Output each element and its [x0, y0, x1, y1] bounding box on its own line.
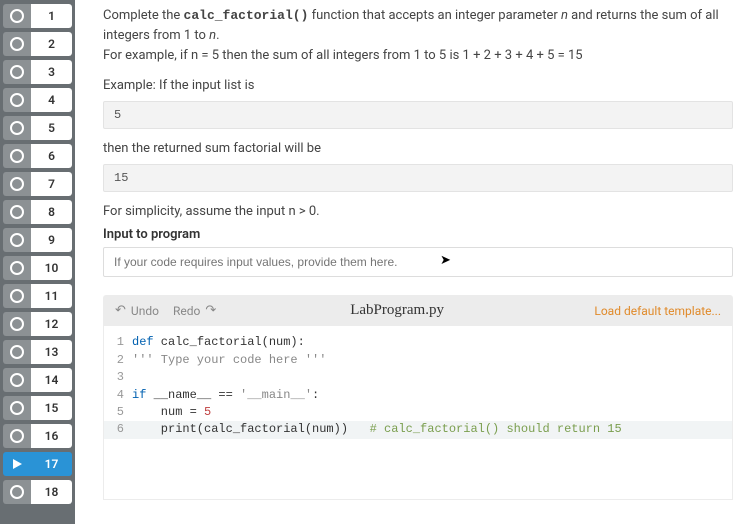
circle-icon	[10, 233, 24, 247]
step-number: 14	[31, 368, 72, 392]
play-icon	[13, 459, 22, 469]
step-item-8[interactable]: 8	[3, 200, 72, 224]
step-item-16[interactable]: 16	[3, 424, 72, 448]
editor-toolbar: ↶ Undo Redo ↷ LabProgram.py Load default…	[103, 295, 733, 326]
step-number: 16	[31, 424, 72, 448]
line-content: num = 5	[132, 404, 732, 421]
code-line: 4 if __name__ == '__main__':	[104, 387, 732, 404]
line-content	[132, 369, 732, 386]
line-number: 1	[104, 334, 132, 351]
circle-icon	[10, 485, 24, 499]
step-item-1[interactable]: 1	[3, 4, 72, 28]
step-number: 2	[31, 32, 72, 56]
step-item-12[interactable]: 12	[3, 312, 72, 336]
step-sidebar: 123456789101112131415161718	[0, 0, 75, 524]
prompt-text-part: .	[216, 28, 219, 43]
input-section-label: Input to program	[103, 227, 733, 242]
circle-icon	[10, 289, 24, 303]
function-name: calc_factorial()	[184, 8, 309, 23]
line-content: print(calc_factorial(num)) # calc_factor…	[132, 421, 732, 438]
circle-icon	[10, 401, 24, 415]
code-line: 3	[104, 369, 732, 386]
circle-icon	[10, 121, 24, 135]
step-item-9[interactable]: 9	[3, 228, 72, 252]
redo-button[interactable]: Redo ↷	[173, 303, 216, 318]
code-line: 6 print(calc_factorial(num)) # calc_fact…	[104, 421, 732, 438]
line-content: if __name__ == '__main__':	[132, 387, 732, 404]
step-number: 18	[31, 480, 72, 504]
prompt-text-part: Complete the	[103, 8, 184, 23]
undo-icon: ↶	[115, 303, 126, 318]
code-line: 2 ''' Type your code here '''	[104, 352, 732, 369]
circle-icon	[10, 373, 24, 387]
circle-icon	[10, 149, 24, 163]
step-item-13[interactable]: 13	[3, 340, 72, 364]
step-number: 12	[31, 312, 72, 336]
circle-icon	[10, 177, 24, 191]
line-number: 2	[104, 352, 132, 369]
circle-icon	[10, 37, 24, 51]
circle-icon	[10, 65, 24, 79]
step-item-4[interactable]: 4	[3, 88, 72, 112]
line-number: 4	[104, 387, 132, 404]
code-line: 1 def calc_factorial(num):	[104, 334, 732, 351]
step-item-6[interactable]: 6	[3, 144, 72, 168]
step-number: 11	[31, 284, 72, 308]
example-label: Example: If the input list is	[103, 78, 733, 93]
step-item-10[interactable]: 10	[3, 256, 72, 280]
prompt-text-part: function that accepts an integer paramet…	[308, 8, 561, 23]
circle-icon	[10, 9, 24, 23]
step-number: 9	[31, 228, 72, 252]
step-number: 3	[31, 60, 72, 84]
circle-icon	[10, 429, 24, 443]
step-item-3[interactable]: 3	[3, 60, 72, 84]
line-content: def calc_factorial(num):	[132, 334, 732, 351]
line-number: 3	[104, 369, 132, 386]
file-tab[interactable]: LabProgram.py	[350, 302, 444, 319]
circle-icon	[10, 345, 24, 359]
step-item-14[interactable]: 14	[3, 368, 72, 392]
main-content: Complete the calc_factorial() function t…	[75, 0, 753, 524]
step-item-7[interactable]: 7	[3, 172, 72, 196]
then-text: then the returned sum factorial will be	[103, 141, 733, 156]
line-content: ''' Type your code here '''	[132, 352, 732, 369]
step-number: 7	[31, 172, 72, 196]
example-input-box: 5	[103, 101, 733, 129]
step-number: 4	[31, 88, 72, 112]
step-number: 17	[31, 452, 72, 476]
step-item-18[interactable]: 18	[3, 480, 72, 504]
step-item-5[interactable]: 5	[3, 116, 72, 140]
param-n: n	[561, 8, 568, 23]
step-number: 13	[31, 340, 72, 364]
load-default-template-link[interactable]: Load default template...	[594, 304, 721, 318]
step-number: 10	[31, 256, 72, 280]
step-number: 1	[31, 4, 72, 28]
prompt-paragraph: Complete the calc_factorial() function t…	[103, 6, 733, 66]
code-line: 5 num = 5	[104, 404, 732, 421]
program-input-field[interactable]	[103, 247, 733, 277]
step-number: 15	[31, 396, 72, 420]
prompt-example-line: For example, if n = 5 then the sum of al…	[103, 48, 583, 63]
undo-label: Undo	[131, 304, 159, 318]
circle-icon	[10, 317, 24, 331]
undo-button[interactable]: ↶ Undo	[115, 303, 159, 318]
step-number: 5	[31, 116, 72, 140]
code-editor: ↶ Undo Redo ↷ LabProgram.py Load default…	[103, 295, 733, 499]
circle-icon	[10, 93, 24, 107]
redo-label: Redo	[173, 304, 200, 318]
step-number: 6	[31, 144, 72, 168]
example-output-box: 15	[103, 164, 733, 192]
line-number: 6	[104, 421, 132, 438]
step-item-11[interactable]: 11	[3, 284, 72, 308]
code-text-area[interactable]: 1 def calc_factorial(num): 2 ''' Type yo…	[103, 326, 733, 499]
circle-icon	[10, 261, 24, 275]
line-number: 5	[104, 404, 132, 421]
assume-text: For simplicity, assume the input n > 0.	[103, 204, 733, 219]
step-number: 8	[31, 200, 72, 224]
step-item-17[interactable]: 17	[3, 452, 72, 476]
step-item-2[interactable]: 2	[3, 32, 72, 56]
step-item-15[interactable]: 15	[3, 396, 72, 420]
redo-icon: ↷	[205, 303, 216, 318]
circle-icon	[10, 205, 24, 219]
